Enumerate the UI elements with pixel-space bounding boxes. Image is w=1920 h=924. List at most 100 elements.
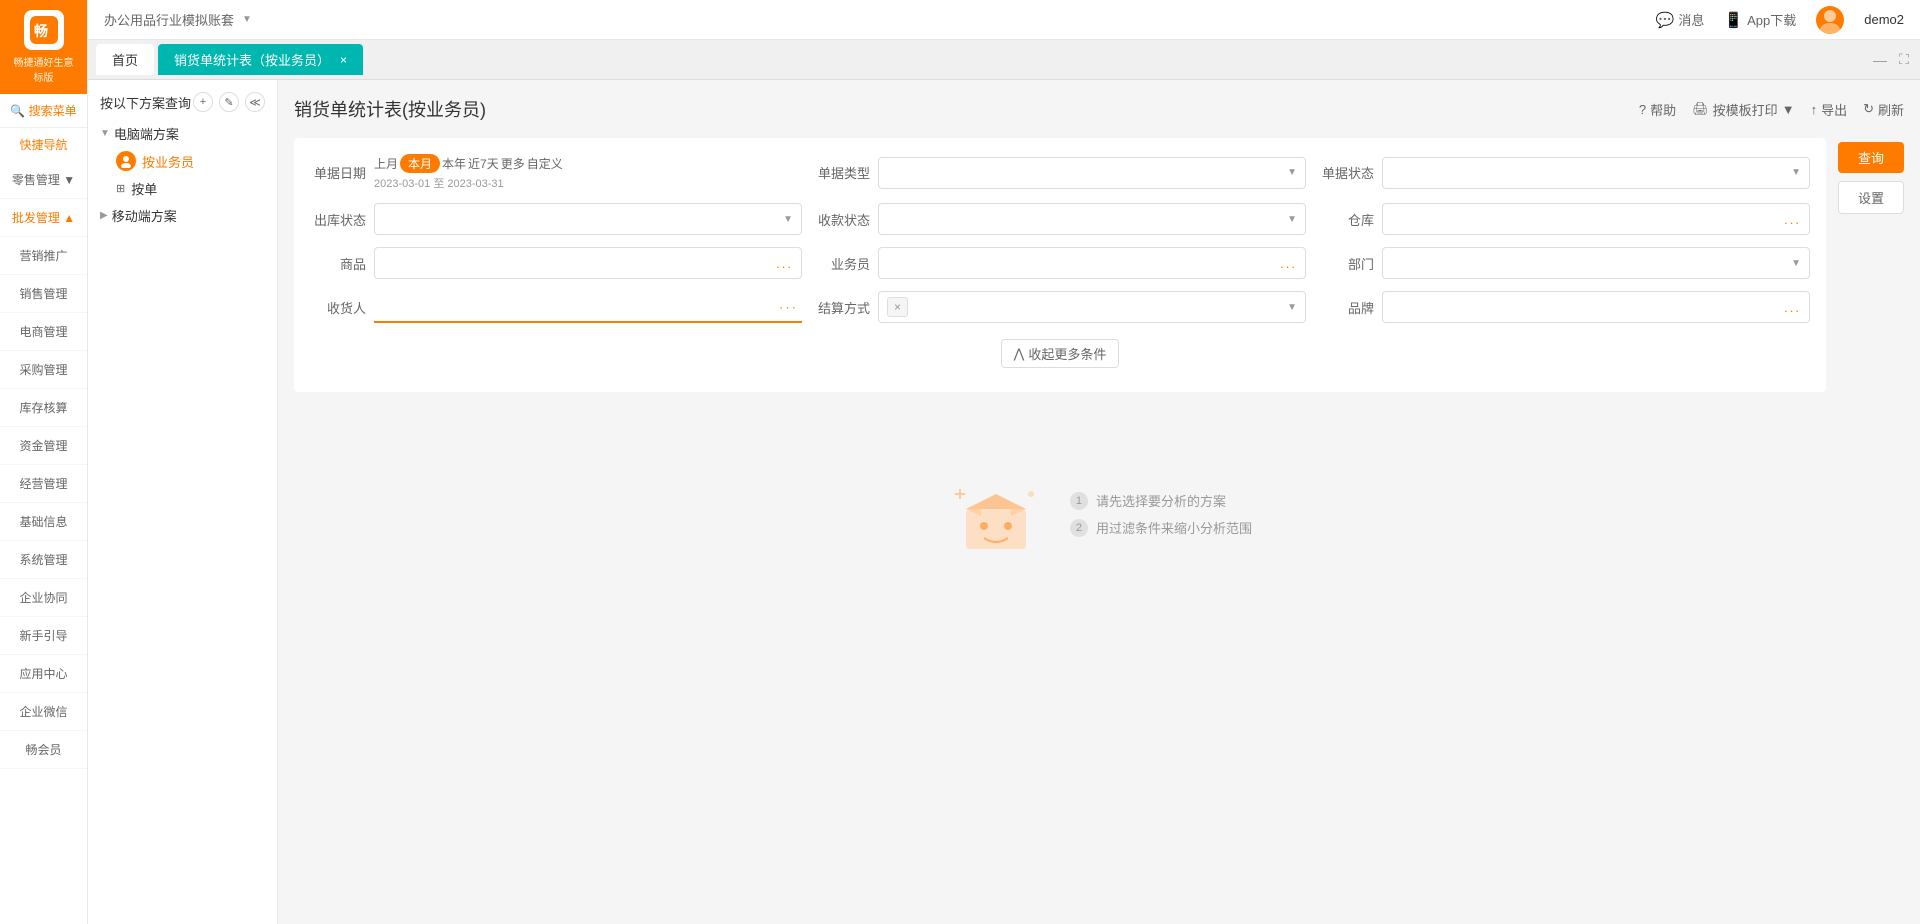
department-select[interactable]: ▼ <box>1382 247 1810 279</box>
messages-button[interactable]: 💬 消息 <box>1656 10 1705 29</box>
collapse-label: 收起更多条件 <box>1028 344 1106 363</box>
user-name[interactable]: demo2 <box>1864 12 1904 27</box>
quick-nav-label: 快捷导航 <box>19 138 67 152</box>
warehouse-select[interactable]: ... <box>1382 203 1810 235</box>
tip-num-1: 1 <box>1070 492 1088 510</box>
filter-item-doc-status: 单据状态 ▼ <box>1318 157 1810 189</box>
date-label: 单据日期 <box>310 163 366 182</box>
date-tab-this-year[interactable]: 本年 <box>442 155 466 172</box>
date-tab-last-month[interactable]: 上月 <box>374 155 398 172</box>
left-panel: 按以下方案查询 + ✎ ≪ ▼ 电脑端方案 按业务员 <box>88 80 278 924</box>
payment-status-select[interactable]: ▼ <box>878 203 1306 235</box>
sidebar-item-wechat[interactable]: 企业微信 <box>0 693 87 731</box>
app-download-button[interactable]: 📱 App下载 <box>1724 10 1796 29</box>
sidebar-item-newbie[interactable]: 新手引导 <box>0 617 87 655</box>
sidebar-item-system[interactable]: 系统管理 <box>0 541 87 579</box>
sidebar-item-basic[interactable]: 基础信息 <box>0 503 87 541</box>
tip-num-2: 2 <box>1070 519 1088 537</box>
refresh-button[interactable]: ↻ 刷新 <box>1863 100 1904 119</box>
sidebar-item-enterprise[interactable]: 企业协同 <box>0 579 87 617</box>
edit-scheme-button[interactable]: ✎ <box>219 92 239 112</box>
sidebar: 畅 畅捷通好生意 标版 🔍 搜索菜单 快捷导航 零售管理 ▼ 批发管理 ▲ 营销… <box>0 0 88 924</box>
filter-item-payment-status: 收款状态 ▼ <box>814 203 1306 235</box>
tree-child-by-salesperson[interactable]: 按业务员 <box>88 147 277 175</box>
empty-tip-2: 2 用过滤条件来缩小分析范围 <box>1070 518 1252 537</box>
warehouse-label: 仓库 <box>1318 210 1374 229</box>
template-print-button[interactable]: 🖨 按模板打印 ▼ <box>1692 100 1794 119</box>
receiver-dots[interactable]: ··· <box>779 300 798 315</box>
tab-close-button[interactable]: × <box>340 53 347 67</box>
print-icon: 🖨 <box>1692 101 1709 117</box>
department-label: 部门 <box>1318 254 1374 273</box>
window-maximize-button[interactable]: ⛶ <box>1896 52 1912 68</box>
salesperson-label: 业务员 <box>814 254 870 273</box>
help-icon: ? <box>1639 102 1646 117</box>
tree-item-desktop[interactable]: ▼ 电脑端方案 <box>88 120 277 147</box>
sidebar-item-inventory[interactable]: 库存核算 <box>0 389 87 427</box>
tip-text-2: 用过滤条件来缩小分析范围 <box>1096 518 1252 537</box>
panel-title-actions: + ✎ ≪ <box>193 92 265 112</box>
user-avatar[interactable] <box>1816 6 1844 34</box>
warehouse-dots: ... <box>1784 212 1801 227</box>
brand-select[interactable]: ... <box>1382 291 1810 323</box>
sidebar-item-vip[interactable]: 畅会员 <box>0 731 87 769</box>
date-tab-this-month[interactable]: 本月 <box>400 154 440 173</box>
left-panel-title: 按以下方案查询 + ✎ ≪ <box>88 92 277 120</box>
add-scheme-button[interactable]: + <box>193 92 213 112</box>
sidebar-item-marketing[interactable]: 营销推广 <box>0 237 87 275</box>
payment-method-select[interactable]: × ▼ <box>878 291 1306 323</box>
salesperson-select[interactable]: ... <box>878 247 1306 279</box>
query-button[interactable]: 查询 <box>1838 142 1904 173</box>
tree-item-mobile[interactable]: ▶ 移动端方案 <box>88 202 277 229</box>
sidebar-item-finance[interactable]: 资金管理 <box>0 427 87 465</box>
export-button[interactable]: ↑ 导出 <box>1811 100 1848 119</box>
sidebar-item-operations[interactable]: 经营管理 <box>0 465 87 503</box>
panel-title-text: 按以下方案查询 <box>100 93 191 112</box>
sidebar-search[interactable]: 🔍 搜索菜单 <box>0 94 87 128</box>
purchase-label: 采购管理 <box>19 363 67 377</box>
topbar-dropdown-arrow[interactable]: ▼ <box>242 14 252 25</box>
main-area: 办公用品行业模拟账套 ▼ 💬 消息 📱 App下载 demo2 首页 <box>88 0 1920 924</box>
window-minimize-button[interactable]: — <box>1872 52 1888 68</box>
date-tab-7days[interactable]: 近7天 <box>468 155 499 172</box>
export-icon: ↑ <box>1811 102 1818 117</box>
print-dropdown-arrow[interactable]: ▼ <box>1782 102 1795 117</box>
search-label: 搜索菜单 <box>29 104 77 118</box>
collapse-button[interactable]: ⋀ 收起更多条件 <box>1001 339 1120 368</box>
date-tab-custom[interactable]: 自定义 <box>527 155 563 172</box>
product-select[interactable]: ... <box>374 247 802 279</box>
marketing-label: 营销推广 <box>19 249 67 263</box>
sidebar-item-purchase[interactable]: 采购管理 <box>0 351 87 389</box>
sidebar-logo[interactable]: 畅 畅捷通好生意 标版 <box>0 0 87 94</box>
quick-nav[interactable]: 快捷导航 <box>0 128 87 161</box>
payment-method-arrow: ▼ <box>1287 302 1297 313</box>
product-label: 商品 <box>310 254 366 273</box>
settings-button[interactable]: 设置 <box>1838 181 1904 214</box>
filter-item-out-status: 出库状态 ▼ <box>310 203 802 235</box>
logo-text: 畅捷通好生意 <box>14 54 74 69</box>
date-tab-more[interactable]: 更多 <box>501 155 525 172</box>
sidebar-item-wholesale[interactable]: 批发管理 ▲ <box>0 199 87 237</box>
tree-child-by-order[interactable]: ⊞ 按单 <box>88 175 277 202</box>
filter-item-warehouse: 仓库 ... <box>1318 203 1810 235</box>
filter-item-brand: 品牌 ... <box>1318 291 1810 323</box>
sidebar-item-sales[interactable]: 销售管理 <box>0 275 87 313</box>
doc-status-select[interactable]: ▼ <box>1382 157 1810 189</box>
doc-type-select[interactable]: ▼ <box>878 157 1306 189</box>
logo-subtext: 标版 <box>34 69 54 84</box>
sidebar-item-retail[interactable]: 零售管理 ▼ <box>0 161 87 199</box>
sidebar-item-ecommerce[interactable]: 电商管理 <box>0 313 87 351</box>
refresh-label: 刷新 <box>1878 100 1904 119</box>
operations-label: 经营管理 <box>19 477 67 491</box>
out-status-select[interactable]: ▼ <box>374 203 802 235</box>
tab-home[interactable]: 首页 <box>96 44 154 75</box>
receiver-input[interactable] <box>374 291 802 323</box>
by-order-label: 按单 <box>131 179 157 198</box>
content-area: 按以下方案查询 + ✎ ≪ ▼ 电脑端方案 按业务员 <box>88 80 1920 924</box>
payment-method-tag-close[interactable]: × <box>894 300 901 314</box>
help-button[interactable]: ? 帮助 <box>1639 100 1676 119</box>
sidebar-item-apps[interactable]: 应用中心 <box>0 655 87 693</box>
retail-label: 零售管理 <box>12 173 60 187</box>
collapse-panel-button[interactable]: ≪ <box>245 92 265 112</box>
tab-sales-stats[interactable]: 销货单统计表（按业务员） × <box>158 44 363 75</box>
